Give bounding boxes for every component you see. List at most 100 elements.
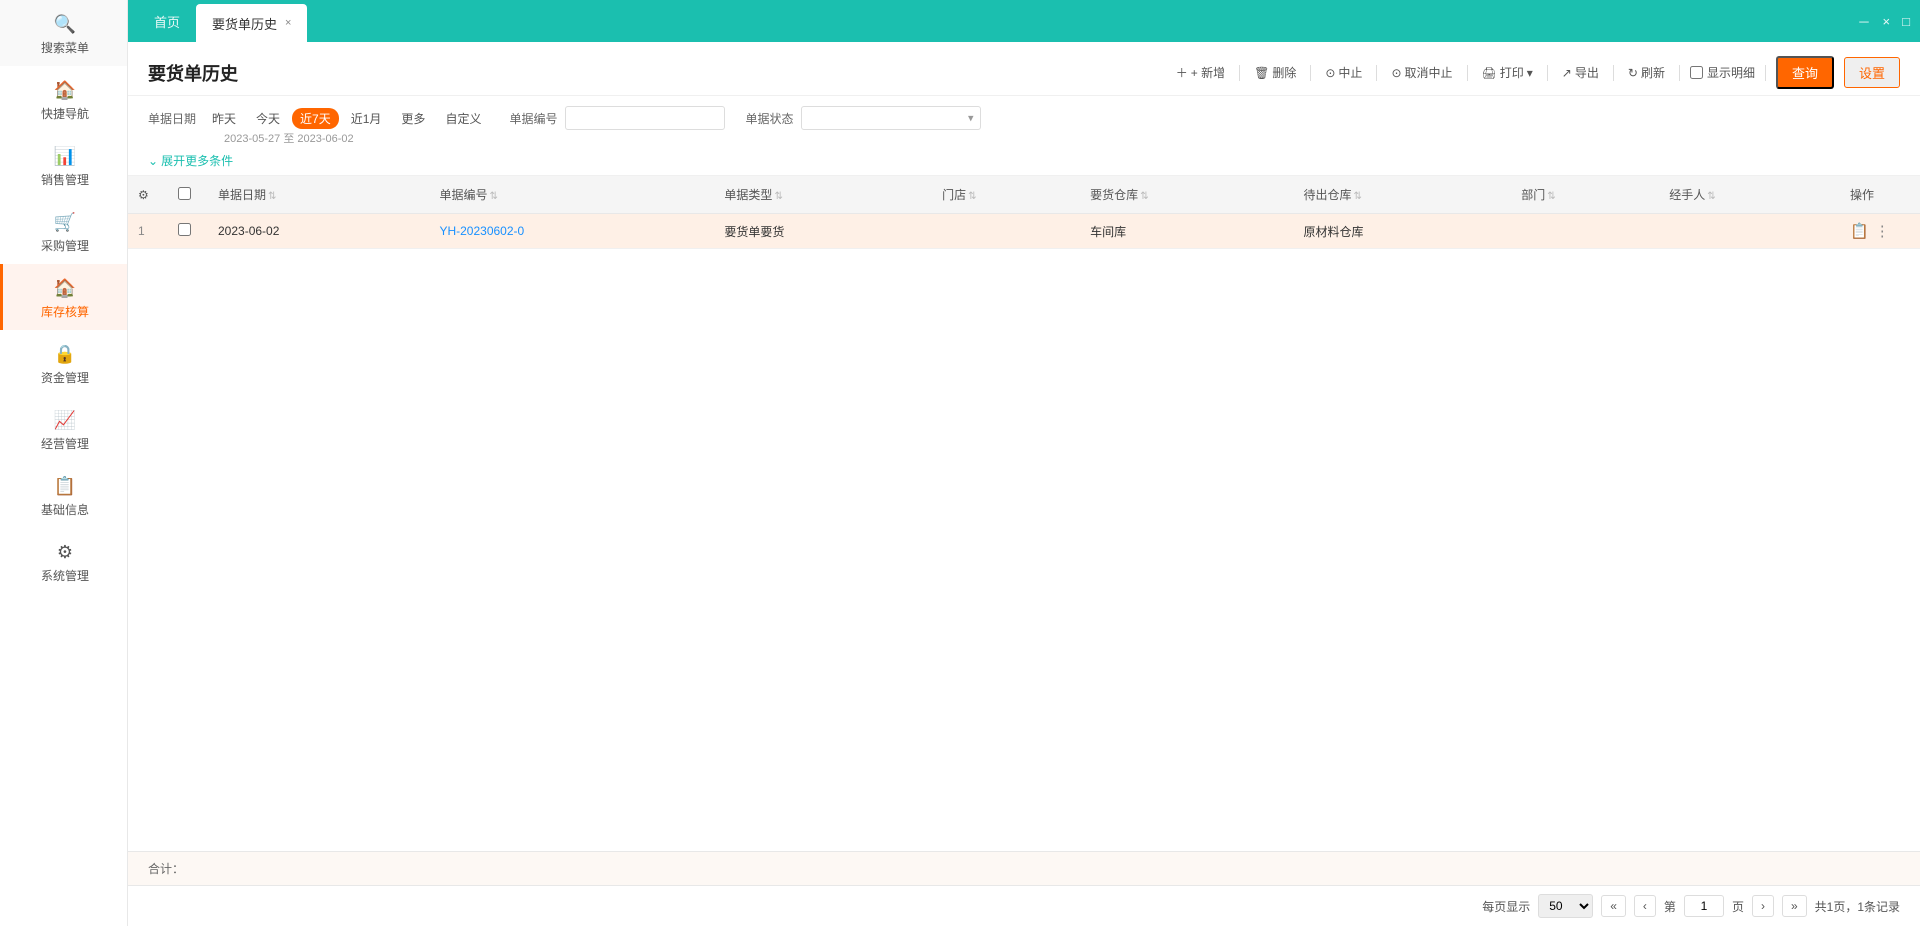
row-order-no-cell: YH-20230602-0	[429, 214, 714, 249]
date-filter-tabs: 昨天 今天 近7天 近1月 更多 自定义	[204, 108, 489, 129]
sidebar-item-sales[interactable]: 📊 销售管理	[0, 132, 127, 198]
sidebar-item-label: 快捷导航	[41, 105, 89, 122]
sidebar-item-label: 采购管理	[41, 237, 89, 254]
sidebar-item-finance[interactable]: 🔒 资金管理	[0, 330, 127, 396]
refresh-button[interactable]: ↻ 刷新	[1624, 64, 1669, 81]
order-no-filter-group: 单据编号	[509, 106, 725, 130]
col-warehouse: 要货仓库⇅	[1080, 176, 1293, 214]
sidebar-item-quicknav[interactable]: 🏠 快捷导航	[0, 66, 127, 132]
table-area: ⚙ 单据日期⇅ 单据编号⇅ 单据类型⇅ 门店⇅ 要货仓库⇅ 待出仓库⇅ 部门⇅ …	[128, 176, 1920, 851]
topbar-right: － × □	[1858, 12, 1910, 31]
row-handler-cell	[1659, 214, 1840, 249]
col-dept-label: 部门	[1521, 188, 1545, 202]
row-checkbox[interactable]	[178, 223, 191, 236]
export-label: 导出	[1575, 64, 1599, 81]
sidebar-item-system[interactable]: ⚙ 系统管理	[0, 528, 127, 594]
topbar-maximize-btn[interactable]: □	[1902, 14, 1910, 29]
date-range-text: 2023-05-27 至 2023-06-02	[224, 133, 354, 145]
sidebar-item-purchase[interactable]: 🛒 采购管理	[0, 198, 127, 264]
col-warehouse-label: 要货仓库	[1090, 188, 1138, 202]
sidebar-item-operations[interactable]: 📈 经营管理	[0, 396, 127, 462]
sep6	[1613, 65, 1614, 81]
next-page-btn[interactable]: ›	[1752, 895, 1774, 917]
print-dropdown-icon: ▾	[1527, 66, 1533, 80]
refresh-icon: ↻	[1628, 66, 1638, 80]
query-button[interactable]: 查询	[1776, 56, 1834, 89]
system-icon: ⚙	[57, 542, 73, 563]
stop-button[interactable]: ⊙ 中止	[1321, 64, 1366, 81]
per-page-select[interactable]: 50 100	[1538, 894, 1593, 918]
stop-label: 中止	[1338, 64, 1362, 81]
status-label: 单据状态	[745, 110, 793, 127]
row-more-icon[interactable]: ⋮	[1875, 222, 1890, 240]
tab-home[interactable]: 首页	[138, 0, 196, 42]
new-button[interactable]: ＋ + 新增	[1172, 64, 1229, 81]
dept-sort-icon: ⇅	[1547, 191, 1555, 202]
prev-page-btn[interactable]: ‹	[1634, 895, 1656, 917]
delete-button[interactable]: 🗑 删除	[1250, 64, 1300, 81]
print-label: 打印	[1500, 64, 1524, 81]
sep4	[1467, 65, 1468, 81]
sidebar-item-label: 销售管理	[41, 171, 89, 188]
print-button[interactable]: 🖨 打印 ▾	[1478, 64, 1537, 81]
store-sort-icon: ⇅	[968, 191, 976, 202]
sidebar-item-baseinfo[interactable]: 📋 基础信息	[0, 462, 127, 528]
export-icon: ↗	[1562, 66, 1572, 80]
row-date: 2023-06-02	[218, 224, 279, 238]
baseinfo-icon: 📋	[54, 476, 76, 497]
sidebar-item-label: 系统管理	[41, 567, 89, 584]
col-type-label: 单据类型	[724, 188, 772, 202]
show-detail-checkbox-wrapper[interactable]: 显示明细	[1690, 64, 1755, 81]
footer-summary: 合计：	[128, 851, 1920, 885]
col-order-no: 单据编号⇅	[429, 176, 714, 214]
row-checkbox-cell	[168, 214, 208, 249]
table-row[interactable]: 1 2023-06-02 YH-20230602-0 要货单要货 车间库 原材料…	[128, 214, 1920, 249]
row-action-cell: 📋 ⋮	[1840, 214, 1920, 249]
col-date-label: 单据日期	[218, 188, 266, 202]
per-page-label: 每页显示	[1482, 898, 1530, 915]
show-detail-checkbox[interactable]	[1690, 66, 1703, 79]
select-all-checkbox[interactable]	[178, 187, 191, 200]
new-label: + 新增	[1191, 64, 1225, 81]
delete-icon: 🗑	[1254, 66, 1269, 80]
date-tab-custom[interactable]: 自定义	[437, 108, 489, 129]
date-tab-1month[interactable]: 近1月	[343, 108, 390, 129]
total-info: 共1页，1条记录	[1815, 898, 1900, 915]
cancel-stop-button[interactable]: ⊙ 取消中止	[1387, 64, 1456, 81]
last-page-btn[interactable]: »	[1782, 895, 1807, 917]
date-tab-more[interactable]: 更多	[393, 108, 433, 129]
sidebar-item-search[interactable]: 🔍 搜索菜单	[0, 0, 127, 66]
date-tab-7days[interactable]: 近7天	[292, 108, 339, 129]
date-tab-yesterday[interactable]: 昨天	[204, 108, 244, 129]
tab-yaohuodan[interactable]: 要货单历史 ×	[196, 4, 307, 42]
row-pending-wh-cell: 原材料仓库	[1294, 214, 1512, 249]
cancel-stop-label: 取消中止	[1405, 64, 1453, 81]
date-tab-today[interactable]: 今天	[248, 108, 288, 129]
order-no-sort-icon: ⇅	[489, 191, 497, 202]
topbar-close-btn[interactable]: ×	[1883, 14, 1891, 29]
first-page-btn[interactable]: «	[1601, 895, 1626, 917]
page-label: 第	[1664, 898, 1676, 915]
tab-close-icon[interactable]: ×	[285, 17, 291, 29]
sep7	[1679, 65, 1680, 81]
expand-more-btn[interactable]: ⌄ 展开更多条件	[148, 152, 1900, 169]
handler-sort-icon: ⇅	[1707, 191, 1715, 202]
filter-row: 单据日期 昨天 今天 近7天 近1月 更多 自定义 单据编号	[148, 106, 1900, 130]
page-input[interactable]	[1684, 895, 1724, 917]
table-settings-icon[interactable]: ⚙	[138, 188, 149, 202]
finance-icon: 🔒	[54, 344, 76, 365]
row-order-no-link[interactable]: YH-20230602-0	[439, 224, 524, 238]
sep3	[1376, 65, 1377, 81]
pagination: 每页显示 50 100 « ‹ 第 页 › » 共1页，1条记录	[128, 885, 1920, 926]
toolbar: ＋ + 新增 🗑 删除 ⊙ 中止 ⊙ 取消中止	[1172, 56, 1900, 89]
export-button[interactable]: ↗ 导出	[1558, 64, 1603, 81]
settings-button[interactable]: 设置	[1844, 57, 1900, 88]
sidebar-item-inventory[interactable]: 🏠 库存核算	[0, 264, 127, 330]
status-select[interactable]	[801, 106, 981, 130]
filter-area: 单据日期 昨天 今天 近7天 近1月 更多 自定义 单据编号	[128, 96, 1920, 176]
col-handler: 经手人⇅	[1659, 176, 1840, 214]
topbar: 首页 要货单历史 × － × □	[128, 0, 1920, 42]
topbar-minimize-btn[interactable]: －	[1858, 12, 1871, 31]
order-no-input[interactable]	[565, 106, 725, 130]
row-edit-icon[interactable]: 📋	[1850, 222, 1869, 240]
